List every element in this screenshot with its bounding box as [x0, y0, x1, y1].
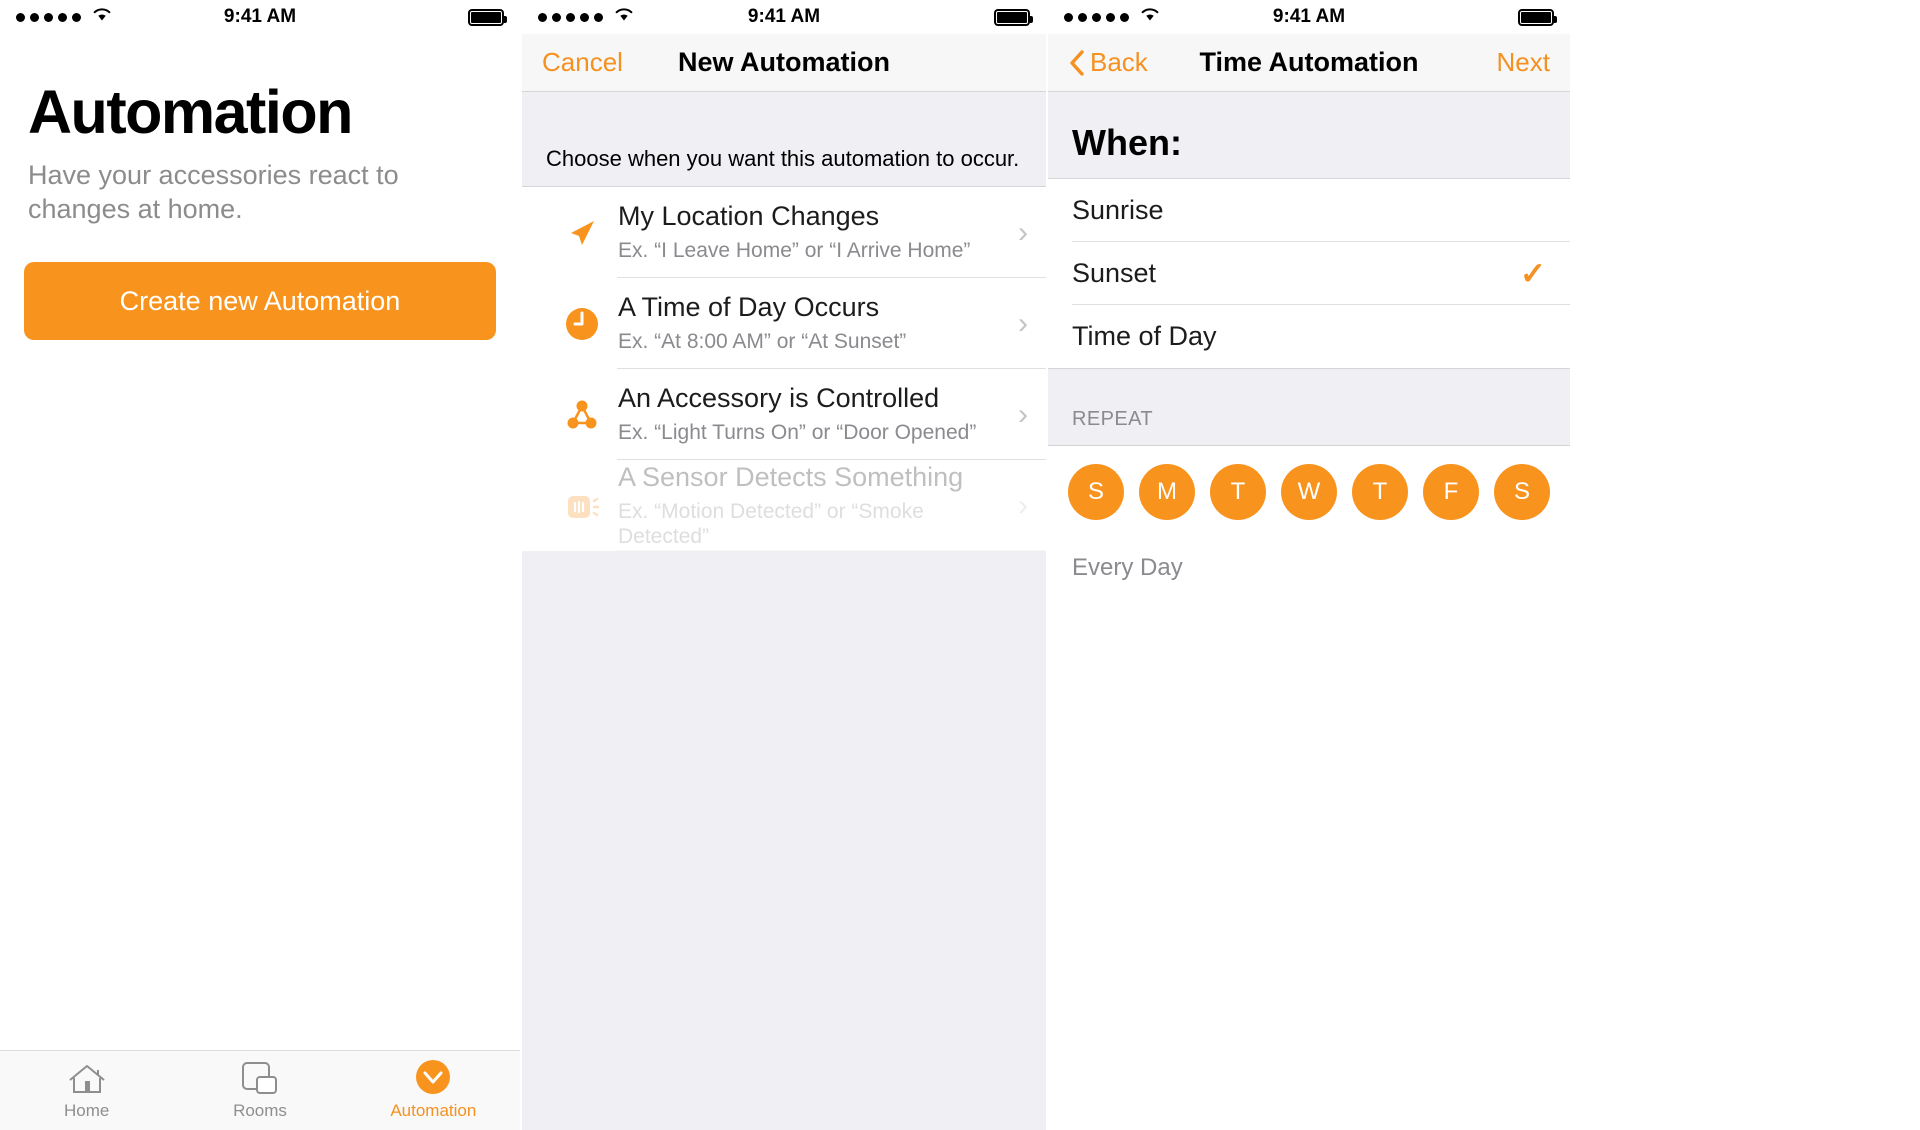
- rooms-icon: [241, 1060, 279, 1096]
- repeat-section-header: REPEAT: [1048, 368, 1570, 446]
- chevron-right-icon: ›: [1018, 215, 1028, 249]
- trigger-row-accessory-subtitle: Ex. “Light Turns On” or “Door Opened”: [618, 421, 977, 445]
- signal-strength-icon: [1064, 6, 1161, 28]
- signal-strength-icon: [16, 6, 113, 28]
- trigger-row-sensor: A Sensor Detects Something Ex. “Motion D…: [522, 460, 1046, 551]
- house-icon: [66, 1060, 108, 1096]
- cancel-button[interactable]: Cancel: [542, 47, 623, 78]
- clock-icon: [546, 302, 618, 346]
- tab-rooms-label: Rooms: [233, 1101, 287, 1120]
- repeat-day-mon[interactable]: M: [1139, 464, 1195, 520]
- trigger-row-location-subtitle: Ex. “I Leave Home” or “I Arrive Home”: [618, 239, 971, 263]
- battery-icon: [468, 8, 507, 26]
- create-new-automation-button[interactable]: Create new Automation: [24, 262, 496, 341]
- wifi-icon: [1139, 6, 1161, 28]
- trigger-row-accessory-title: An Accessory is Controlled: [618, 383, 940, 414]
- status-bar-2: 9:41 AM: [522, 0, 1046, 34]
- back-button-label: Back: [1090, 47, 1148, 77]
- repeat-day-tue[interactable]: T: [1210, 464, 1266, 520]
- battery-icon: [994, 8, 1033, 26]
- trigger-row-time-of-day-title: A Time of Day Occurs: [618, 292, 880, 323]
- when-section-header-label: When:: [1072, 122, 1182, 163]
- panel-new-automation: 9:41 AM Cancel New Automation Choose whe…: [522, 0, 1046, 1130]
- page-subtitle: Have your accessories react to changes a…: [28, 160, 399, 225]
- tab-home-label: Home: [63, 1101, 110, 1120]
- when-option-time-of-day[interactable]: Time of Day: [1048, 305, 1570, 368]
- nav-bar-time-automation: Back Time Automation Next: [1048, 34, 1570, 92]
- when-option-sunset[interactable]: Sunset ✓: [1048, 242, 1570, 305]
- chevron-right-icon: ›: [1018, 397, 1028, 431]
- when-option-sunset-label: Sunset: [1072, 257, 1157, 288]
- chevron-right-icon: ›: [1018, 488, 1028, 522]
- panel3-filler: [1048, 582, 1570, 1130]
- next-button[interactable]: Next: [1497, 47, 1550, 78]
- status-bar-3: 9:41 AM: [1048, 0, 1570, 34]
- panel-time-automation: 9:41 AM Back Time Automation Next When: …: [1048, 0, 1570, 1130]
- trigger-section-header-label: Choose when you want this automation to …: [546, 146, 1020, 171]
- automation-chevron-circle-icon: [414, 1060, 452, 1096]
- panel-automation-intro: 9:41 AM Automation Have your accessories…: [0, 0, 520, 1130]
- page-title: Automation: [28, 78, 353, 146]
- wifi-icon: [91, 6, 113, 28]
- repeat-day-wed[interactable]: W: [1281, 464, 1337, 520]
- back-button[interactable]: Back: [1068, 47, 1148, 78]
- checkmark-icon: ✓: [1520, 255, 1546, 291]
- accessory-nodes-icon: [546, 393, 618, 437]
- trigger-row-accessory[interactable]: An Accessory is Controlled Ex. “Light Tu…: [522, 369, 1046, 460]
- trigger-section-header: Choose when you want this automation to …: [522, 92, 1046, 187]
- tab-automation-label: Automation: [390, 1101, 477, 1120]
- when-options-list: Sunrise Sunset ✓ Time of Day: [1048, 179, 1570, 368]
- repeat-day-selector: S M T W T F S: [1048, 446, 1570, 540]
- tab-bar: Home Rooms Automation: [0, 1050, 520, 1130]
- sensor-icon: [546, 484, 618, 528]
- when-option-time-of-day-label: Time of Day: [1072, 320, 1217, 351]
- location-arrow-icon: [546, 211, 618, 255]
- chevron-right-icon: ›: [1018, 306, 1028, 340]
- when-option-sunrise-label: Sunrise: [1072, 194, 1164, 225]
- tab-automation[interactable]: Automation: [347, 1060, 520, 1121]
- panel2-filler: [522, 551, 1046, 1130]
- signal-strength-icon: [538, 6, 635, 28]
- trigger-list: My Location Changes Ex. “I Leave Home” o…: [522, 187, 1046, 551]
- panel3-body: When: Sunrise Sunset ✓ Time of Day REPEA…: [1048, 92, 1570, 1130]
- status-bar-1: 9:41 AM: [0, 0, 520, 34]
- trigger-row-time-of-day[interactable]: A Time of Day Occurs Ex. “At 8:00 AM” or…: [522, 278, 1046, 369]
- repeat-day-sun[interactable]: S: [1068, 464, 1124, 520]
- trigger-row-time-of-day-subtitle: Ex. “At 8:00 AM” or “At Sunset”: [618, 330, 907, 354]
- when-option-sunrise[interactable]: Sunrise: [1048, 179, 1570, 242]
- repeat-day-fri[interactable]: F: [1423, 464, 1479, 520]
- trigger-row-sensor-subtitle: Ex. “Motion Detected” or “Smoke Detected…: [618, 499, 924, 548]
- chevron-left-icon: [1068, 48, 1086, 78]
- repeat-summary-label: Every Day: [1048, 540, 1570, 582]
- nav-bar-new-automation: Cancel New Automation: [522, 34, 1046, 92]
- repeat-section-header-label: REPEAT: [1072, 408, 1153, 430]
- repeat-day-sat[interactable]: S: [1494, 464, 1550, 520]
- tab-rooms[interactable]: Rooms: [173, 1060, 346, 1121]
- battery-icon: [1518, 8, 1557, 26]
- hero-section: Automation Have your accessories react t…: [0, 34, 520, 226]
- when-section-header: When:: [1048, 92, 1570, 179]
- trigger-row-sensor-title: A Sensor Detects Something: [618, 461, 964, 492]
- tab-home[interactable]: Home: [0, 1060, 173, 1121]
- wifi-icon: [613, 6, 635, 28]
- repeat-day-thu[interactable]: T: [1352, 464, 1408, 520]
- panel2-body: Choose when you want this automation to …: [522, 92, 1046, 1130]
- trigger-row-location-title: My Location Changes: [618, 201, 880, 232]
- trigger-row-location[interactable]: My Location Changes Ex. “I Leave Home” o…: [522, 187, 1046, 278]
